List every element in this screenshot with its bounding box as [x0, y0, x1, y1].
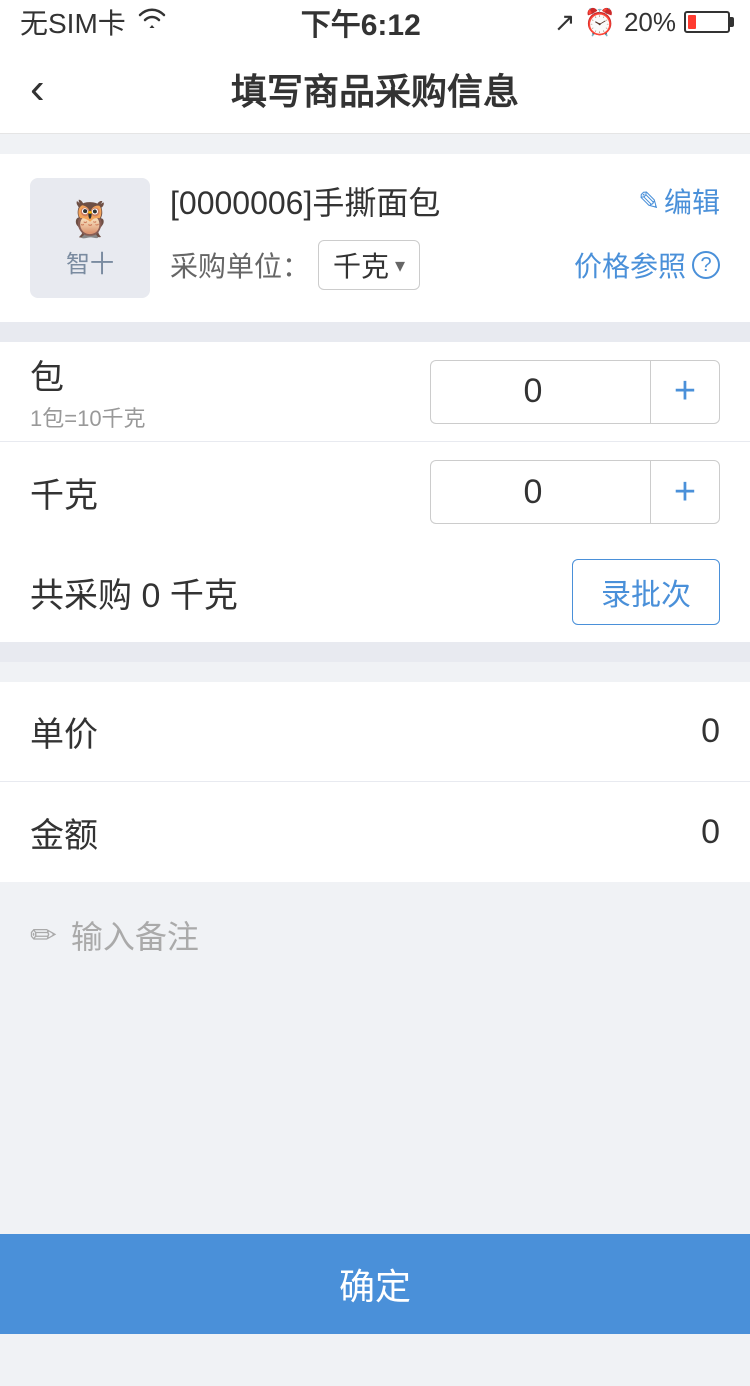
product-name-row: [0000006]手撕面包 ✎ 编辑	[170, 178, 720, 224]
bag-input-row: 包 1包=10千克 +	[0, 342, 750, 442]
amount-label: 金额	[30, 808, 98, 857]
back-button[interactable]: ‹	[30, 64, 45, 114]
total-summary-text: 共采购 0 千克	[30, 568, 238, 617]
kg-label: 千克	[30, 468, 190, 517]
location-icon: ↗	[554, 7, 576, 38]
separator-2	[0, 642, 750, 662]
carrier-label: 无SIM卡	[20, 2, 126, 42]
bag-plus-button[interactable]: +	[650, 360, 720, 424]
bag-label-area: 包 1包=10千克	[30, 350, 190, 433]
separator-1	[0, 322, 750, 342]
chevron-down-icon: ▾	[395, 253, 405, 278]
pencil-icon: ✏	[30, 916, 57, 954]
edit-icon: ✎	[638, 186, 660, 217]
total-row: 共采购 0 千克 录批次	[0, 542, 750, 642]
product-image: 🦉 智十	[30, 178, 150, 298]
product-owl-icon: 🦉	[68, 198, 113, 240]
product-brand-text: 智十	[66, 244, 114, 279]
amount-row: 金额 0	[0, 782, 750, 882]
price-ref-label: 价格参照	[574, 245, 686, 285]
wifi-icon	[136, 6, 168, 38]
kg-plus-icon: +	[674, 471, 696, 514]
status-left: 无SIM卡	[20, 2, 168, 42]
product-full-name: [0000006]手撕面包	[170, 178, 440, 224]
battery-percent: 20%	[624, 7, 676, 38]
bag-sublabel: 1包=10千克	[30, 401, 190, 433]
edit-label: 编辑	[664, 181, 720, 221]
unit-select-dropdown[interactable]: 千克 ▾	[318, 240, 420, 290]
status-right: ↗ ⏰ 20%	[554, 7, 730, 38]
time-display: 下午6:12	[301, 0, 421, 44]
unit-select-value: 千克	[333, 245, 389, 285]
unit-label: 采购单位：	[170, 245, 310, 285]
battery-icon	[684, 11, 730, 33]
bag-label: 包	[30, 350, 190, 399]
bag-quantity-input[interactable]	[430, 360, 650, 424]
unit-price-value: 0	[701, 712, 720, 751]
total-quantity-inline: 0	[141, 577, 160, 615]
alarm-icon: ⏰	[584, 7, 616, 38]
unit-selector-area: 采购单位： 千克 ▾	[170, 240, 420, 290]
kg-plus-button[interactable]: +	[650, 460, 720, 524]
help-icon: ?	[692, 251, 720, 279]
confirm-button-label: 确定	[339, 1258, 411, 1310]
bag-input-control: +	[190, 360, 720, 424]
kg-input-control: +	[190, 460, 720, 524]
remark-input-placeholder: 输入备注	[71, 912, 199, 958]
product-card: 🦉 智十 [0000006]手撕面包 ✎ 编辑 采购单位： 千克 ▾	[0, 154, 750, 322]
nav-bar: ‹ 填写商品采购信息	[0, 44, 750, 134]
price-ref-button[interactable]: 价格参照 ?	[574, 245, 720, 285]
input-section: 包 1包=10千克 + 千克 +	[0, 342, 750, 542]
page-title: 填写商品采购信息	[231, 63, 519, 115]
edit-button[interactable]: ✎ 编辑	[638, 181, 720, 221]
batch-button[interactable]: 录批次	[572, 559, 720, 625]
status-bar: 无SIM卡 下午6:12 ↗ ⏰ 20%	[0, 0, 750, 44]
unit-row: 采购单位： 千克 ▾ 价格参照 ?	[170, 240, 720, 290]
info-section: 单价 0 金额 0	[0, 682, 750, 882]
kg-input-row: 千克 +	[0, 442, 750, 542]
confirm-button[interactable]: 确定	[0, 1234, 750, 1334]
unit-price-row: 单价 0	[0, 682, 750, 782]
amount-value: 0	[701, 813, 720, 852]
unit-price-label: 单价	[30, 707, 98, 756]
kg-label-area: 千克	[30, 468, 190, 517]
kg-quantity-input[interactable]	[430, 460, 650, 524]
product-info: [0000006]手撕面包 ✎ 编辑 采购单位： 千克 ▾ 价格参照 ?	[170, 178, 720, 290]
bag-plus-icon: +	[674, 370, 696, 413]
remark-section[interactable]: ✏ 输入备注	[0, 884, 750, 986]
